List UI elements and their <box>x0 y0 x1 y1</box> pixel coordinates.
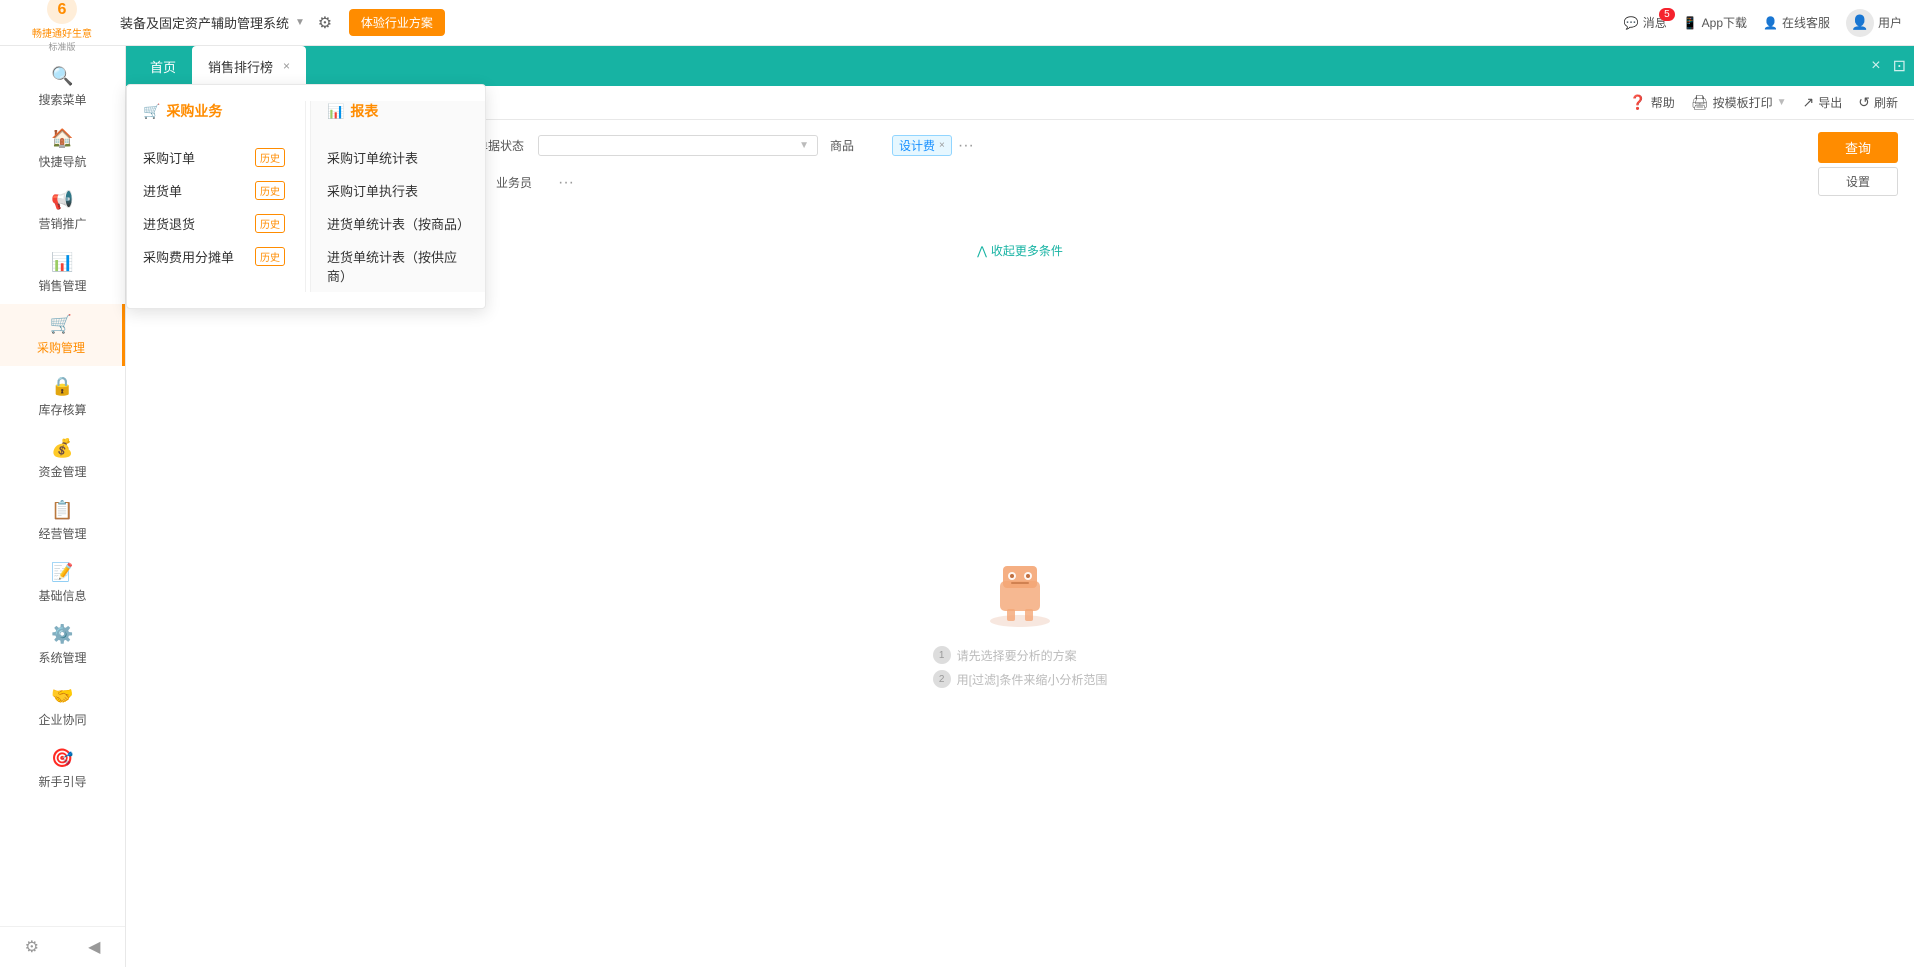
dropdown-item-expense[interactable]: 采购费用分摊单 历史 <box>143 240 285 273</box>
dropdown-item-purchase-order-exec[interactable]: 采购订单执行表 <box>327 174 469 207</box>
dropdown-item-inbound-stat-goods[interactable]: 进货单统计表（按商品） <box>327 207 469 240</box>
reports-col-label: 报表 <box>350 101 378 121</box>
logo-text: 畅捷通好生意 <box>32 25 92 40</box>
user-avatar: 👤 <box>1846 9 1874 37</box>
message-badge: 5 <box>1659 8 1675 21</box>
user-button[interactable]: 👤 用户 <box>1846 9 1902 37</box>
logo-version: 标准版 <box>48 40 75 53</box>
reports-col-icon: 📊 <box>327 103 344 120</box>
dropdown-item-return[interactable]: 进货退货 历史 <box>143 207 285 240</box>
tab-sales-rank[interactable]: 销售排行榜 × <box>192 46 306 86</box>
tab-close-button[interactable]: × <box>1871 57 1880 75</box>
message-icon: 💬 <box>1624 16 1639 30</box>
user-label: 用户 <box>1878 14 1902 31</box>
tab-sales-rank-label: 销售排行榜 <box>208 57 273 76</box>
reports-col: 📊 报表 采购订单统计表 采购订单执行表 进货单统计表（按商品） 进货单统计表（… <box>310 101 485 292</box>
logo-area: 6 畅捷通好生意 标准版 <box>12 0 112 53</box>
purchase-dropdown-menu: 🛒 采购业务 采购订单 历史 进货单 历史 进货退货 历史 采购费用分摊单 历史 <box>126 84 486 309</box>
logo-icon: 6 <box>46 0 78 25</box>
dropdown-divider <box>305 101 306 292</box>
tab-bar-actions: × ⊡ <box>1871 56 1906 76</box>
purchase-order-history[interactable]: 历史 <box>255 148 285 167</box>
inbound-label: 进货单 <box>143 181 182 200</box>
online-service-button[interactable]: 👤 在线客服 <box>1763 14 1830 31</box>
industry-button[interactable]: 体验行业方案 <box>349 9 445 36</box>
purchase-order-stat-label: 采购订单统计表 <box>327 148 418 167</box>
inbound-stat-goods-label: 进货单统计表（按商品） <box>327 214 469 233</box>
dropdown-arrow-icon[interactable]: ▼ <box>295 17 305 28</box>
tab-bar: 首页 销售排行榜 × × ⊡ <box>126 46 1914 86</box>
expense-history[interactable]: 历史 <box>255 247 285 266</box>
online-service-label: 在线客服 <box>1782 14 1830 31</box>
purchase-order-label: 采购订单 <box>143 148 195 167</box>
dropdown-item-purchase-order-stat[interactable]: 采购订单统计表 <box>327 141 469 174</box>
inbound-history[interactable]: 历史 <box>255 181 285 200</box>
purchase-col-icon: 🛒 <box>143 103 160 120</box>
dropdown-item-inbound[interactable]: 进货单 历史 <box>143 174 285 207</box>
system-name-text: 装备及固定资产辅助管理系统 <box>120 13 289 32</box>
phone-icon: 📱 <box>1683 16 1698 30</box>
message-button[interactable]: 💬 消息 5 <box>1624 14 1667 31</box>
return-history[interactable]: 历史 <box>255 214 285 233</box>
tab-home[interactable]: 首页 <box>134 46 192 86</box>
svg-text:6: 6 <box>58 1 67 18</box>
purchase-col-label: 采购业务 <box>166 101 222 121</box>
top-bar: 6 畅捷通好生意 标准版 装备及固定资产辅助管理系统 ▼ ⚙ 体验行业方案 💬 … <box>0 0 1914 46</box>
inbound-stat-supplier-label: 进货单统计表（按供应商） <box>327 247 469 285</box>
tab-restore-button[interactable]: ⊡ <box>1893 56 1906 76</box>
app-download-button[interactable]: 📱 App下载 <box>1683 14 1747 31</box>
dropdown-item-purchase-order[interactable]: 采购订单 历史 <box>143 141 285 174</box>
purchase-col: 🛒 采购业务 采购订单 历史 进货单 历史 进货退货 历史 采购费用分摊单 历史 <box>127 101 301 292</box>
return-label: 进货退货 <box>143 214 195 233</box>
tab-close-icon[interactable]: × <box>283 59 290 73</box>
dropdown-item-inbound-stat-supplier[interactable]: 进货单统计表（按供应商） <box>327 240 469 292</box>
service-icon: 👤 <box>1763 16 1778 30</box>
purchase-col-title: 🛒 采购业务 <box>143 101 285 129</box>
system-name-area: 装备及固定资产辅助管理系统 ▼ <box>120 13 305 32</box>
app-download-label: App下载 <box>1702 14 1747 31</box>
reports-col-title: 📊 报表 <box>327 101 469 129</box>
top-actions: 💬 消息 5 📱 App下载 👤 在线客服 👤 用户 <box>1624 9 1902 37</box>
purchase-order-exec-label: 采购订单执行表 <box>327 181 418 200</box>
expense-label: 采购费用分摊单 <box>143 247 234 266</box>
gear-button[interactable]: ⚙ <box>311 9 339 37</box>
tab-home-label: 首页 <box>150 57 176 76</box>
app-container: 6 畅捷通好生意 标准版 装备及固定资产辅助管理系统 ▼ ⚙ 体验行业方案 💬 … <box>0 0 1914 967</box>
